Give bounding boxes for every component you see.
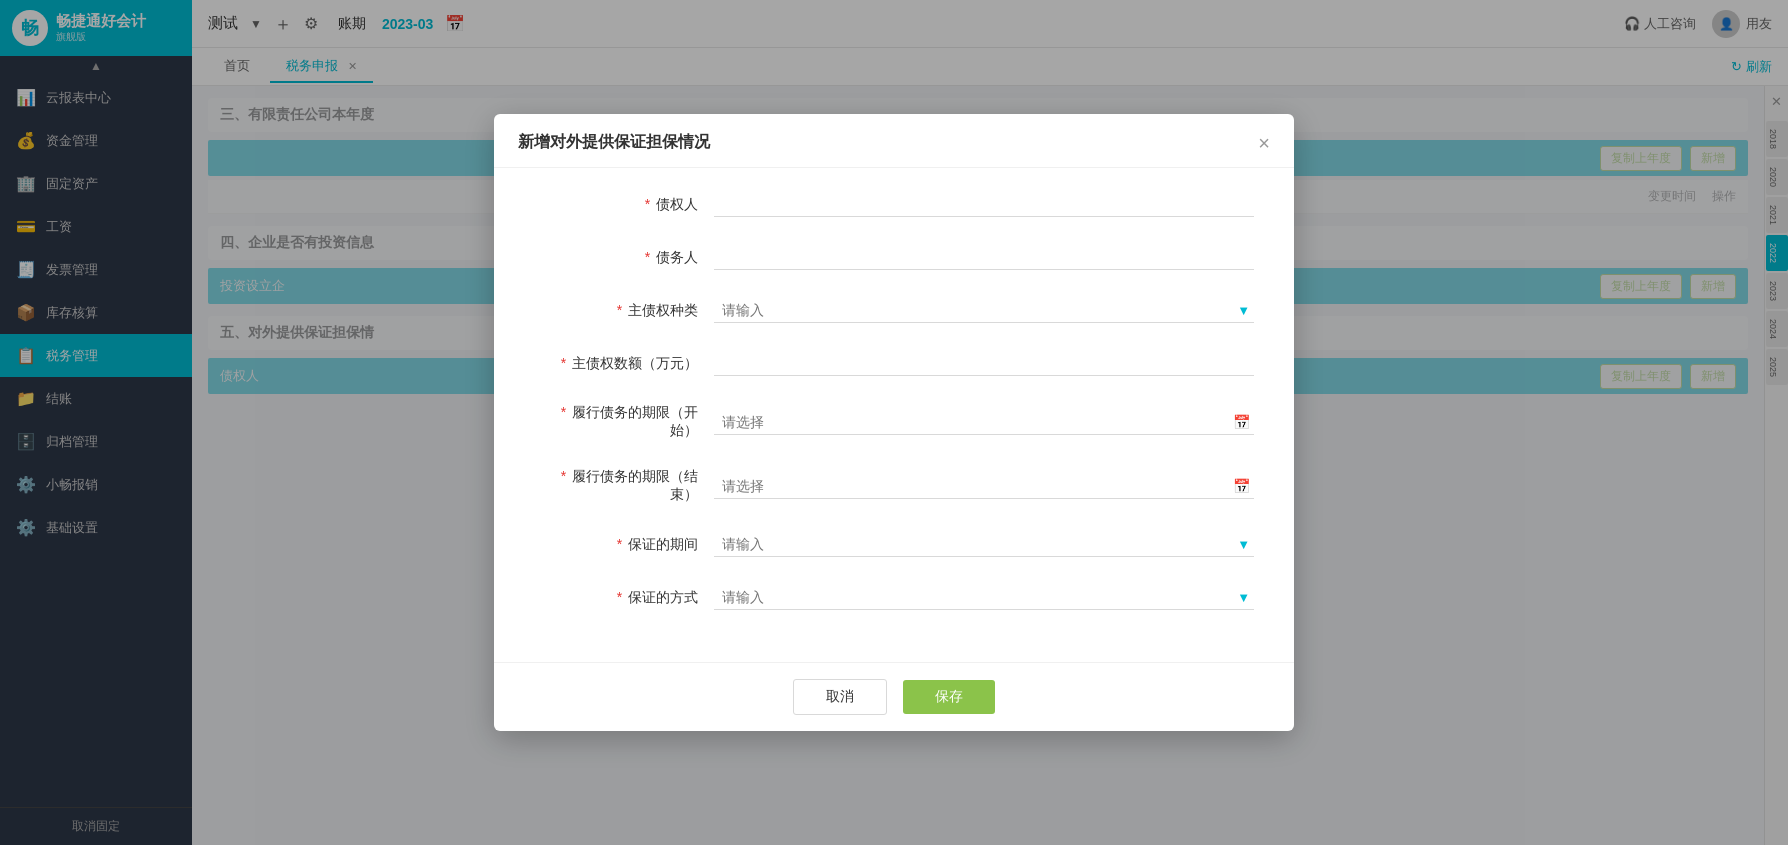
guarantee-period-input[interactable]: [714, 532, 1237, 556]
period-end-label: * 履行债务的期限（结束）: [534, 468, 714, 504]
form-row-debtor: * 债务人: [534, 245, 1254, 270]
guarantee-method-chevron-icon[interactable]: ▼: [1237, 590, 1254, 605]
period-start-input[interactable]: [714, 410, 1233, 434]
form-row-guarantee-method: * 保证的方式 ▼: [534, 585, 1254, 610]
period-start-label: * 履行债务的期限（开始）: [534, 404, 714, 440]
guarantee-period-chevron-icon[interactable]: ▼: [1237, 537, 1254, 552]
guarantee-period-select: ▼: [714, 532, 1254, 557]
guarantee-method-input[interactable]: [714, 585, 1237, 609]
debtor-label: * 债务人: [534, 249, 714, 267]
modal-overlay: 新增对外提供保证担保情况 × * 债权人 * 债务人: [0, 0, 1788, 845]
modal-footer: 取消 保存: [494, 662, 1294, 731]
guarantee-method-label: * 保证的方式: [534, 589, 714, 607]
form-row-creditor: * 债权人: [534, 192, 1254, 217]
claim-type-input[interactable]: [714, 298, 1237, 322]
claim-amount-label: * 主债权数额（万元）: [534, 355, 714, 373]
claim-amount-input[interactable]: [714, 351, 1254, 376]
period-end-input[interactable]: [714, 474, 1233, 498]
modal-dialog: 新增对外提供保证担保情况 × * 债权人 * 债务人: [494, 114, 1294, 731]
save-button[interactable]: 保存: [903, 680, 995, 714]
guarantee-method-select: ▼: [714, 585, 1254, 610]
modal-body: * 债权人 * 债务人 * 主债权种类: [494, 168, 1294, 662]
period-start-calendar-icon[interactable]: 📅: [1233, 414, 1254, 430]
modal-close-button[interactable]: ×: [1258, 133, 1270, 153]
guarantee-period-label: * 保证的期间: [534, 536, 714, 554]
debtor-input[interactable]: [714, 245, 1254, 270]
form-row-period-end: * 履行债务的期限（结束） 📅: [534, 468, 1254, 504]
creditor-input[interactable]: [714, 192, 1254, 217]
modal-title: 新增对外提供保证担保情况: [518, 132, 710, 153]
creditor-label: * 债权人: [534, 196, 714, 214]
form-row-claim-amount: * 主债权数额（万元）: [534, 351, 1254, 376]
period-end-date: 📅: [714, 474, 1254, 499]
claim-type-select: ▼: [714, 298, 1254, 323]
period-end-calendar-icon[interactable]: 📅: [1233, 478, 1254, 494]
form-row-period-start: * 履行债务的期限（开始） 📅: [534, 404, 1254, 440]
cancel-button[interactable]: 取消: [793, 679, 887, 715]
modal-header: 新增对外提供保证担保情况 ×: [494, 114, 1294, 168]
claim-type-chevron-icon[interactable]: ▼: [1237, 303, 1254, 318]
period-start-date: 📅: [714, 410, 1254, 435]
form-row-claim-type: * 主债权种类 ▼: [534, 298, 1254, 323]
form-row-guarantee-period: * 保证的期间 ▼: [534, 532, 1254, 557]
claim-type-label: * 主债权种类: [534, 302, 714, 320]
